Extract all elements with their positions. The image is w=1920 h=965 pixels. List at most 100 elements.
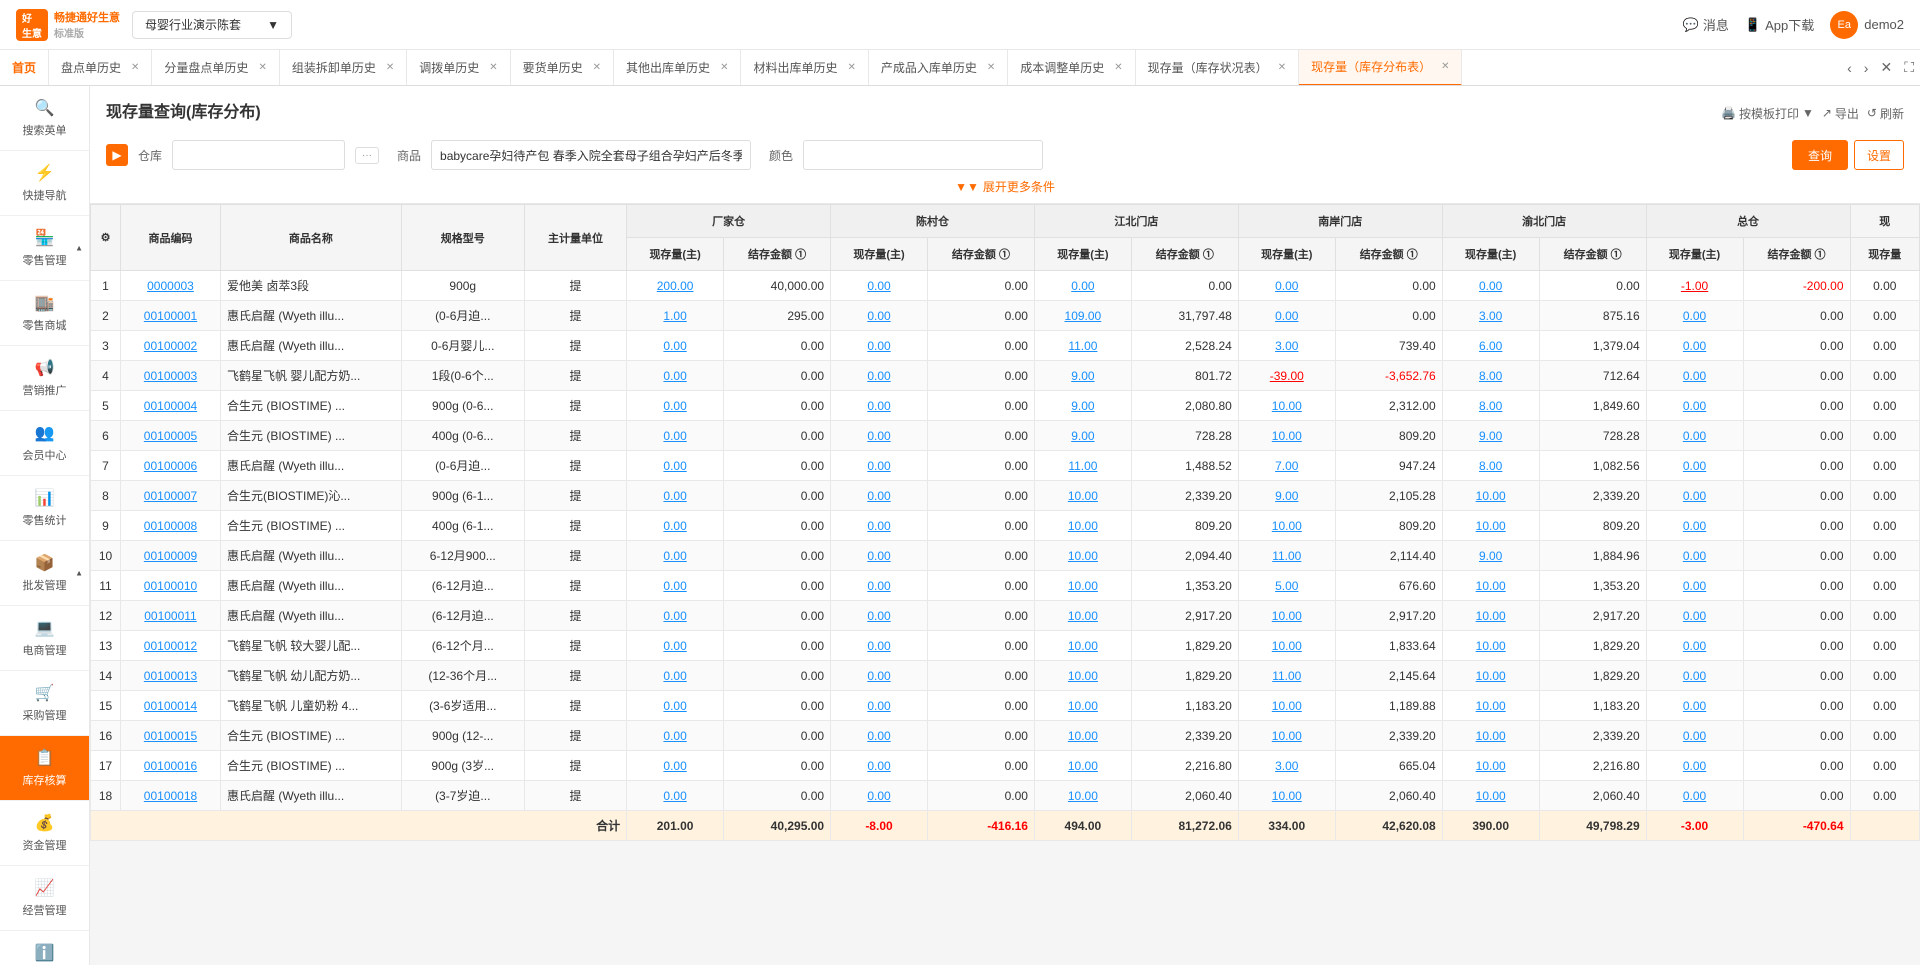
sidebar-item-purchase[interactable]: 🛒 采购管理 [0, 671, 89, 736]
industry-dropdown[interactable]: 母婴行业演示陈套 ▼ [132, 11, 292, 39]
warehouse-ellipsis[interactable]: ··· [355, 147, 379, 164]
jiangbei-current-link[interactable]: 109.00 [1065, 309, 1102, 323]
code-link[interactable]: 00100003 [144, 369, 197, 383]
factory-current-link[interactable]: 0.00 [663, 669, 686, 683]
tab-yaohuo[interactable]: 要货单历史 ✕ [511, 50, 614, 86]
chen-current-link[interactable]: 0.00 [867, 729, 890, 743]
jiangbei-current-link[interactable]: 9.00 [1071, 399, 1094, 413]
yuanbei-current-link[interactable]: 3.00 [1479, 309, 1502, 323]
total-current-link[interactable]: -1.00 [1681, 279, 1708, 293]
jiangbei-current-link[interactable]: 10.00 [1068, 549, 1098, 563]
nanan-current-link[interactable]: 0.00 [1275, 309, 1298, 323]
nanan-current-link[interactable]: 10.00 [1272, 699, 1302, 713]
close-chenben[interactable]: ✕ [1114, 62, 1122, 73]
jiangbei-current-link[interactable]: 10.00 [1068, 669, 1098, 683]
chen-current-link[interactable]: 0.00 [867, 339, 890, 353]
export-button[interactable]: ↗ 导出 [1822, 105, 1859, 122]
close-xiancun2[interactable]: ✕ [1441, 61, 1449, 72]
message-btn[interactable]: 💬 消息 [1683, 15, 1729, 34]
factory-current-link[interactable]: 200.00 [657, 279, 694, 293]
yuanbei-current-link[interactable]: 10.00 [1476, 699, 1506, 713]
factory-current-link[interactable]: 0.00 [663, 519, 686, 533]
sidebar-item-ecommerce[interactable]: 💻 电商管理 [0, 606, 89, 671]
factory-current-link[interactable]: 0.00 [663, 789, 686, 803]
chen-current-link[interactable]: 0.00 [867, 369, 890, 383]
close-qitachu[interactable]: ✕ [720, 62, 728, 73]
factory-current-link[interactable]: 0.00 [663, 399, 686, 413]
code-link[interactable]: 00100016 [144, 759, 197, 773]
nanan-current-link[interactable]: 10.00 [1272, 639, 1302, 653]
chen-current-link[interactable]: 0.00 [867, 399, 890, 413]
total-current-link[interactable]: 0.00 [1683, 759, 1706, 773]
print-button[interactable]: 🖨️ 按模板打印 ▼ [1721, 105, 1814, 122]
tab-chenben[interactable]: 成本调整单历史 ✕ [1008, 50, 1135, 86]
close-diaob[interactable]: ✕ [489, 62, 497, 73]
chen-current-link[interactable]: 0.00 [867, 669, 890, 683]
nanan-current-link[interactable]: 10.00 [1272, 399, 1302, 413]
chen-current-link[interactable]: 0.00 [867, 489, 890, 503]
code-link[interactable]: 00100009 [144, 549, 197, 563]
jiangbei-current-link[interactable]: 0.00 [1071, 279, 1094, 293]
code-link[interactable]: 00100002 [144, 339, 197, 353]
nanan-current-link[interactable]: 10.00 [1272, 729, 1302, 743]
total-current-link[interactable]: 0.00 [1683, 459, 1706, 473]
sidebar-item-inventory[interactable]: 📋 库存核算 [0, 736, 89, 801]
setting-button[interactable]: 设置 [1854, 140, 1904, 170]
tab-expand[interactable]: ⛶ [1898, 59, 1920, 76]
chen-current-link[interactable]: 0.00 [867, 699, 890, 713]
jiangbei-current-link[interactable]: 11.00 [1068, 459, 1097, 473]
jiangbei-current-link[interactable]: 10.00 [1068, 699, 1098, 713]
code-link[interactable]: 00100015 [144, 729, 197, 743]
tab-zuzhuang[interactable]: 组装拆卸单历史 ✕ [280, 50, 407, 86]
jiangbei-current-link[interactable]: 10.00 [1068, 759, 1098, 773]
yuanbei-current-link[interactable]: 10.00 [1476, 789, 1506, 803]
code-link[interactable]: 00100013 [144, 669, 197, 683]
chen-current-link[interactable]: 0.00 [867, 549, 890, 563]
tab-xiancun2[interactable]: 现存量（库存分布表） ✕ [1299, 50, 1462, 86]
yuanbei-current-link[interactable]: 6.00 [1479, 339, 1502, 353]
yuanbei-current-link[interactable]: 10.00 [1476, 669, 1506, 683]
code-link[interactable]: 00100006 [144, 459, 197, 473]
nanan-current-link[interactable]: 7.00 [1275, 459, 1298, 473]
chen-current-link[interactable]: 0.00 [867, 429, 890, 443]
chen-current-link[interactable]: 0.00 [867, 579, 890, 593]
total-current-link[interactable]: 0.00 [1683, 549, 1706, 563]
yuanbei-current-link[interactable]: 8.00 [1479, 369, 1502, 383]
factory-current-link[interactable]: 0.00 [663, 759, 686, 773]
sidebar-item-retailstat[interactable]: 📊 零售统计 [0, 476, 89, 541]
chen-current-link[interactable]: 0.00 [867, 309, 890, 323]
sidebar-item-basic[interactable]: ℹ️ 基础信息 [0, 931, 89, 965]
jiangbei-current-link[interactable]: 10.00 [1068, 639, 1098, 653]
nanan-current-link[interactable]: 10.00 [1272, 429, 1302, 443]
yuanbei-current-link[interactable]: 10.00 [1476, 579, 1506, 593]
jiangbei-current-link[interactable]: 10.00 [1068, 609, 1098, 623]
close-chengpin[interactable]: ✕ [987, 62, 995, 73]
code-link[interactable]: 00100012 [144, 639, 197, 653]
yuanbei-current-link[interactable]: 10.00 [1476, 609, 1506, 623]
tab-diaob[interactable]: 调拨单历史 ✕ [407, 50, 510, 86]
sidebar-item-search[interactable]: 🔍 搜索英单 [0, 86, 89, 151]
total-current-link[interactable]: 0.00 [1683, 519, 1706, 533]
code-link[interactable]: 00100005 [144, 429, 197, 443]
yuanbei-current-link[interactable]: 9.00 [1479, 549, 1502, 563]
total-current-link[interactable]: 0.00 [1683, 789, 1706, 803]
sidebar-item-retail[interactable]: 🏪 零售管理 [0, 216, 89, 281]
code-link[interactable]: 00100007 [144, 489, 197, 503]
tab-home[interactable]: 首页 [0, 50, 49, 86]
factory-current-link[interactable]: 0.00 [663, 609, 686, 623]
tab-close-all[interactable]: ✕ [1874, 59, 1898, 76]
yuanbei-current-link[interactable]: 10.00 [1476, 519, 1506, 533]
nanan-current-link[interactable]: 3.00 [1275, 759, 1298, 773]
jiangbei-current-link[interactable]: 9.00 [1071, 429, 1094, 443]
nanan-current-link[interactable]: 11.00 [1272, 669, 1301, 683]
code-link[interactable]: 00100001 [144, 309, 197, 323]
nanan-current-link[interactable]: 3.00 [1275, 339, 1298, 353]
total-current-link[interactable]: 0.00 [1683, 729, 1706, 743]
jiangbei-current-link[interactable]: 10.00 [1068, 789, 1098, 803]
tab-fenpan[interactable]: 分量盘点单历史 ✕ [152, 50, 279, 86]
total-current-link[interactable]: 0.00 [1683, 699, 1706, 713]
tab-xiancun1[interactable]: 现存量（库存状况表） ✕ [1136, 50, 1299, 86]
factory-current-link[interactable]: 0.00 [663, 579, 686, 593]
jiangbei-current-link[interactable]: 10.00 [1068, 489, 1098, 503]
nanan-current-link[interactable]: 9.00 [1275, 489, 1298, 503]
